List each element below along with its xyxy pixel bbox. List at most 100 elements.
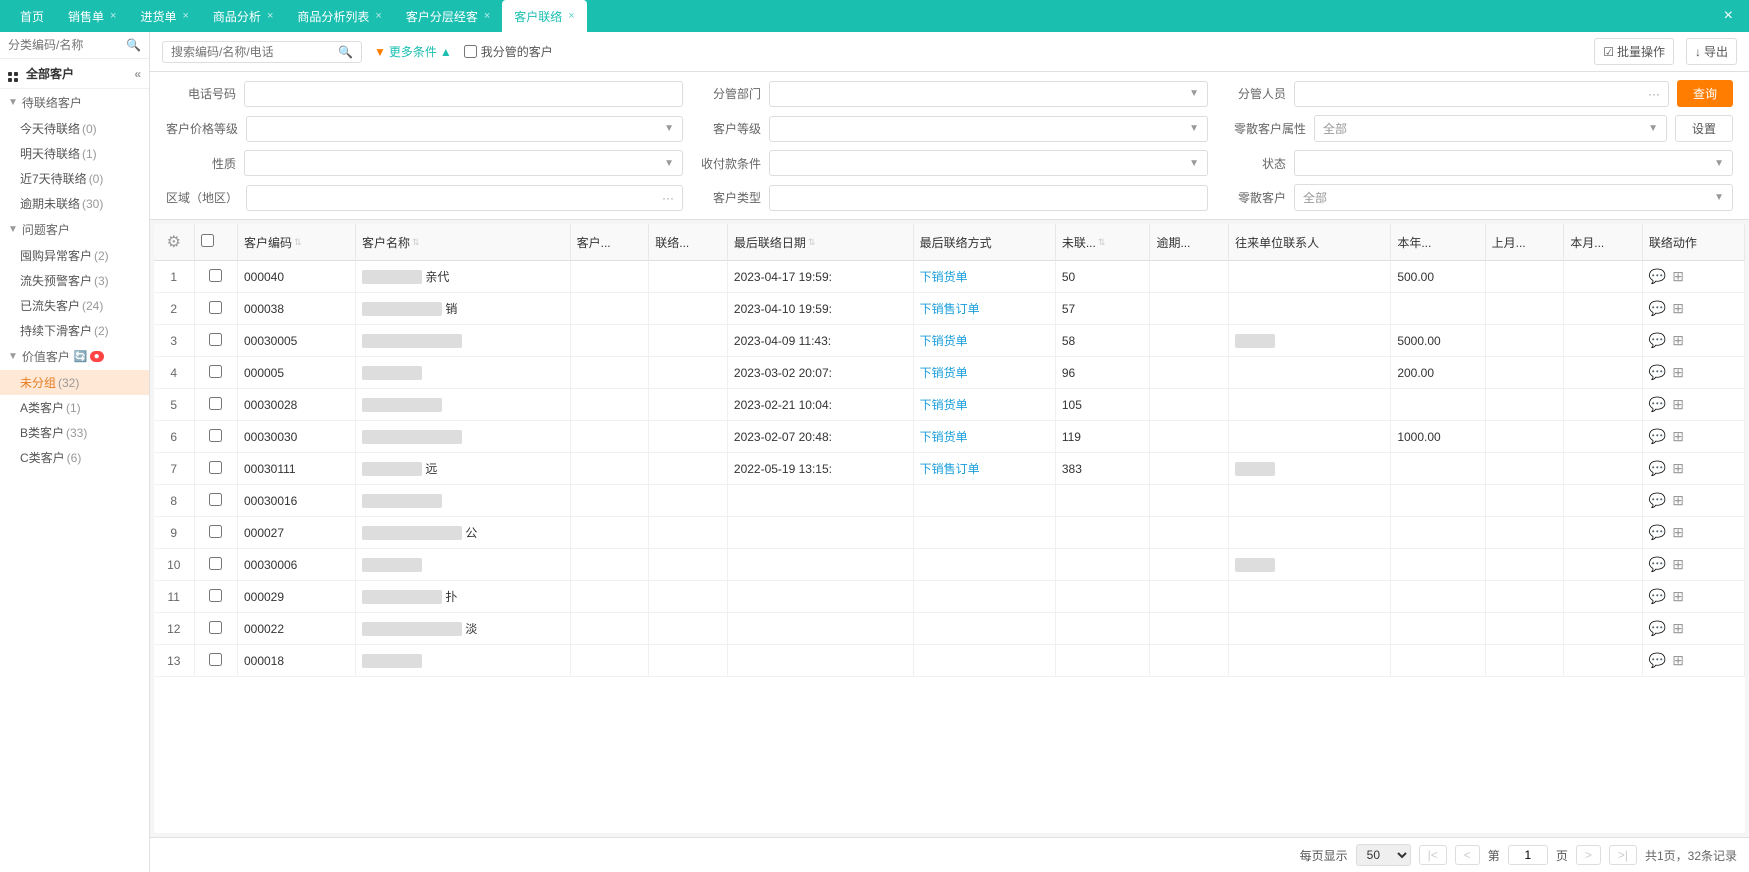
close-sales-tab[interactable]: ×	[110, 10, 116, 22]
sidebar-item-class-a[interactable]: A类客户(1)	[0, 395, 149, 420]
sidebar-item-7day-pending[interactable]: 近7天待联络(0)	[0, 166, 149, 191]
message-icon[interactable]: 💬	[1649, 524, 1666, 541]
export-button[interactable]: ↓ 导出	[1686, 38, 1737, 65]
region-select[interactable]: ···	[246, 185, 683, 211]
row-checkbox[interactable]	[209, 301, 222, 314]
batch-ops-button[interactable]: ☑ 批量操作	[1594, 38, 1674, 65]
nav-tab-purchase[interactable]: 进货单 ×	[128, 0, 200, 32]
qr-icon[interactable]: ⊞	[1672, 396, 1684, 413]
qr-icon[interactable]: ⊞	[1672, 620, 1684, 637]
sidebar-item-declining[interactable]: 持续下滑客户(2)	[0, 318, 149, 343]
row-checkbox[interactable]	[209, 333, 222, 346]
message-icon[interactable]: 💬	[1649, 588, 1666, 605]
contact-way-link[interactable]: 下销货单	[920, 398, 968, 412]
first-page-btn[interactable]: |<	[1419, 845, 1447, 865]
reset-button[interactable]: 设置	[1675, 115, 1733, 142]
close-purchase-tab[interactable]: ×	[182, 10, 188, 22]
price-level-select[interactable]: ▼	[246, 116, 683, 142]
sidebar-group-problem-customers[interactable]: ▼ 问题客户	[0, 216, 149, 243]
nav-tab-sales[interactable]: 销售单 ×	[56, 0, 128, 32]
sidebar-item-abnormal-hoard[interactable]: 囤购异常客户(2)	[0, 243, 149, 268]
manager-select[interactable]: ···	[1294, 81, 1669, 107]
filter-search-input[interactable]	[171, 45, 334, 59]
qr-icon[interactable]: ⊞	[1672, 556, 1684, 573]
retail-attr-select[interactable]: 全部 ▼	[1314, 115, 1667, 142]
message-icon[interactable]: 💬	[1649, 300, 1666, 317]
sidebar-item-today-pending[interactable]: 今天待联络(0)	[0, 116, 149, 141]
payment-select[interactable]: ▼	[769, 150, 1208, 176]
nav-tab-analysis[interactable]: 商品分析 ×	[201, 0, 285, 32]
message-icon[interactable]: 💬	[1649, 492, 1666, 509]
qr-icon[interactable]: ⊞	[1672, 268, 1684, 285]
sidebar-group-pending-contact[interactable]: ▼ 待联络客户	[0, 89, 149, 116]
sidebar-item-overdue-contact[interactable]: 逾期未联络(30)	[0, 191, 149, 216]
query-button[interactable]: 查询	[1677, 80, 1733, 107]
row-checkbox[interactable]	[209, 365, 222, 378]
qr-icon[interactable]: ⊞	[1672, 332, 1684, 349]
message-icon[interactable]: 💬	[1649, 556, 1666, 573]
last-page-btn[interactable]: >|	[1609, 845, 1637, 865]
row-checkbox[interactable]	[209, 621, 222, 634]
page-size-select[interactable]: 50 100 200	[1356, 844, 1411, 866]
sidebar-item-tomorrow-pending[interactable]: 明天待联络(1)	[0, 141, 149, 166]
qr-icon[interactable]: ⊞	[1672, 364, 1684, 381]
nature-select[interactable]: ▼	[244, 150, 683, 176]
nav-tab-customer-contact[interactable]: 客户联络 ×	[502, 0, 586, 32]
sidebar-search-input[interactable]	[8, 38, 126, 52]
contact-way-link[interactable]: 下销货单	[920, 270, 968, 284]
nav-tab-customer-layer[interactable]: 客户分层经客 ×	[394, 0, 502, 32]
qr-icon[interactable]: ⊞	[1672, 428, 1684, 445]
phone-input[interactable]	[244, 81, 683, 107]
table-settings-icon[interactable]: ⚙	[163, 230, 185, 255]
retail-customer-select[interactable]: 全部 ▼	[1294, 184, 1733, 211]
select-all-checkbox[interactable]	[201, 234, 214, 247]
message-icon[interactable]: 💬	[1649, 396, 1666, 413]
message-icon[interactable]: 💬	[1649, 428, 1666, 445]
nav-home[interactable]: 首页	[8, 0, 56, 32]
customer-level-select[interactable]: ▼	[769, 116, 1208, 142]
sidebar-item-class-c[interactable]: C类客户(6)	[0, 445, 149, 470]
more-conditions-btn[interactable]: ▼ 更多条件 ▲	[374, 43, 452, 60]
contact-way-link[interactable]: 下销售订单	[920, 302, 980, 316]
prev-page-btn[interactable]: <	[1455, 845, 1480, 865]
contact-way-link[interactable]: 下销货单	[920, 366, 968, 380]
sidebar-group-value-customers[interactable]: ▼ 价值客户 🔄 ●	[0, 343, 149, 370]
row-checkbox[interactable]	[209, 525, 222, 538]
sidebar-item-ungrouped[interactable]: 未分组(32)	[0, 370, 149, 395]
contact-way-link[interactable]: 下销货单	[920, 430, 968, 444]
filter-search-icon[interactable]: 🔍	[338, 45, 353, 59]
qr-icon[interactable]: ⊞	[1672, 524, 1684, 541]
status-select[interactable]: ▼	[1294, 150, 1733, 176]
dept-select[interactable]: ▼	[769, 81, 1208, 107]
qr-icon[interactable]: ⊞	[1672, 652, 1684, 669]
row-checkbox[interactable]	[209, 429, 222, 442]
contact-way-link[interactable]: 下销货单	[920, 334, 968, 348]
row-checkbox[interactable]	[209, 493, 222, 506]
qr-icon[interactable]: ⊞	[1672, 588, 1684, 605]
row-checkbox[interactable]	[209, 397, 222, 410]
sidebar-item-churn-warning[interactable]: 流失预警客户(3)	[0, 268, 149, 293]
qr-icon[interactable]: ⊞	[1672, 300, 1684, 317]
row-checkbox[interactable]	[209, 461, 222, 474]
my-customers-checkbox[interactable]	[464, 45, 477, 58]
qr-icon[interactable]: ⊞	[1672, 492, 1684, 509]
contact-way-link[interactable]: 下销售订单	[920, 462, 980, 476]
all-customers-header[interactable]: 全部客户 «	[0, 59, 149, 89]
close-customer-contact-tab[interactable]: ×	[568, 10, 574, 22]
row-checkbox[interactable]	[209, 589, 222, 602]
message-icon[interactable]: 💬	[1649, 268, 1666, 285]
message-icon[interactable]: 💬	[1649, 364, 1666, 381]
sidebar-search-icon[interactable]: 🔍	[126, 38, 141, 52]
close-analysis-list-tab[interactable]: ×	[375, 10, 381, 22]
sidebar-item-churned[interactable]: 已流失客户(24)	[0, 293, 149, 318]
nav-tab-analysis-list[interactable]: 商品分析列表 ×	[285, 0, 393, 32]
message-icon[interactable]: 💬	[1649, 332, 1666, 349]
page-number-input[interactable]	[1508, 845, 1548, 865]
message-icon[interactable]: 💬	[1649, 460, 1666, 477]
message-icon[interactable]: 💬	[1649, 652, 1666, 669]
qr-icon[interactable]: ⊞	[1672, 460, 1684, 477]
close-analysis-tab[interactable]: ×	[267, 10, 273, 22]
row-checkbox[interactable]	[209, 653, 222, 666]
row-checkbox[interactable]	[209, 269, 222, 282]
message-icon[interactable]: 💬	[1649, 620, 1666, 637]
